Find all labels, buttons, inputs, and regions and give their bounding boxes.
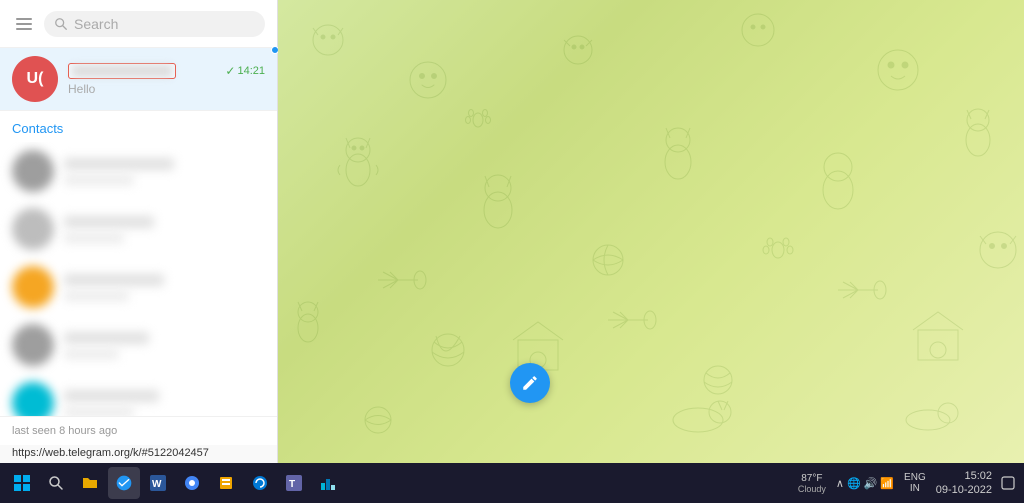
doodle-layer <box>278 0 1024 463</box>
chat-name-blurred <box>72 65 172 77</box>
avatar <box>12 150 54 192</box>
last-seen-text: last seen 8 hours ago <box>12 425 117 437</box>
taskbar-chrome-button[interactable] <box>176 467 208 499</box>
sidebar: Search U( ✓ 14:21 Hello <box>0 0 278 463</box>
taskbar-files-button[interactable] <box>210 467 242 499</box>
word-icon: W <box>150 475 166 491</box>
contact-name <box>64 390 159 402</box>
contact-name <box>64 158 174 170</box>
contact-sub <box>64 175 134 185</box>
language-indicator[interactable]: ENG IN <box>904 472 926 494</box>
check-icon: ✓ <box>225 64 235 78</box>
url-text: https://web.telegram.org/k/#5122042457 <box>12 447 209 459</box>
contact-list[interactable] <box>0 142 277 416</box>
chat-name-highlight <box>68 63 176 79</box>
taskbar-teams-button[interactable]: T <box>278 467 310 499</box>
chat-info: ✓ 14:21 Hello <box>68 63 265 96</box>
language-text: ENG <box>904 472 926 483</box>
notification-center-button[interactable] <box>998 473 1018 493</box>
chat-preview: Hello <box>68 82 265 96</box>
contact-info <box>64 332 265 359</box>
svg-text:T: T <box>289 479 295 490</box>
taskbar-stats-button[interactable] <box>312 467 344 499</box>
taskbar-telegram-button[interactable] <box>108 467 140 499</box>
notification-icon <box>1001 476 1015 490</box>
telegram-icon <box>116 475 132 491</box>
clock-widget[interactable]: 15:02 09-10-2022 <box>936 469 992 498</box>
compose-fab-button[interactable] <box>510 363 550 403</box>
tray-icons: ∧ 🌐 🔊 📶 <box>836 477 894 490</box>
start-button[interactable] <box>6 467 38 499</box>
volume-icon[interactable]: 🔊 <box>864 477 878 490</box>
list-item[interactable] <box>0 142 277 200</box>
avatar <box>12 266 54 308</box>
system-tray: 87°F Cloudy ∧ 🌐 🔊 📶 ENG IN 15:02 09-10-2… <box>798 469 1018 498</box>
contact-info <box>64 216 265 243</box>
taskbar-word-button[interactable]: W <box>142 467 174 499</box>
search-placeholder: Search <box>74 16 118 32</box>
contact-name <box>64 216 154 228</box>
url-bar: https://web.telegram.org/k/#5122042457 <box>0 445 277 463</box>
chevron-up-icon[interactable]: ∧ <box>836 477 844 490</box>
weather-widget[interactable]: 87°F Cloudy <box>798 473 826 494</box>
contact-info <box>64 274 265 301</box>
folder-icon <box>82 475 98 491</box>
sidebar-header: Search <box>0 0 277 48</box>
time-display: 15:02 <box>964 469 992 483</box>
contact-info <box>64 158 265 185</box>
taskbar-edge-button[interactable] <box>244 467 276 499</box>
wifi-icon[interactable]: 📶 <box>880 477 894 490</box>
list-item[interactable] <box>0 200 277 258</box>
taskbar: W T <box>0 463 1024 503</box>
avatar: U( <box>12 56 58 102</box>
avatar <box>12 324 54 366</box>
stats-icon <box>320 475 336 491</box>
svg-text:W: W <box>152 479 162 490</box>
contact-name <box>64 332 149 344</box>
taskbar-search-button[interactable] <box>40 467 72 499</box>
search-bar[interactable]: Search <box>44 11 265 37</box>
list-item[interactable] <box>0 374 277 416</box>
contact-name <box>64 274 164 286</box>
windows-logo-icon <box>14 475 30 491</box>
last-seen-footer: last seen 8 hours ago <box>0 416 277 445</box>
chat-area <box>278 0 1024 463</box>
avatar-initials: U( <box>27 70 44 88</box>
taskbar-file-explorer-button[interactable] <box>74 467 106 499</box>
chat-time: ✓ 14:21 <box>225 64 265 78</box>
contact-sub <box>64 233 124 243</box>
active-chat-item[interactable]: U( ✓ 14:21 Hello <box>0 48 277 111</box>
time-value: 14:21 <box>237 65 265 77</box>
chat-background <box>278 0 1024 463</box>
temperature-text: 87°F <box>801 473 822 484</box>
pencil-icon <box>521 374 539 392</box>
contact-sub <box>64 349 119 359</box>
contact-sub <box>64 291 129 301</box>
chat-name-row: ✓ 14:21 <box>68 63 265 79</box>
edge-icon <box>252 475 268 491</box>
hamburger-button[interactable] <box>12 14 36 34</box>
app-container: Search U( ✓ 14:21 Hello <box>0 0 1024 463</box>
date-display: 09-10-2022 <box>936 483 992 497</box>
contact-sub <box>64 407 134 417</box>
language-region: IN <box>910 483 920 494</box>
network-icon[interactable]: 🌐 <box>847 477 861 490</box>
teams-icon: T <box>286 475 302 491</box>
list-item[interactable] <box>0 258 277 316</box>
avatar <box>12 208 54 250</box>
chrome-icon <box>184 475 200 491</box>
weather-condition: Cloudy <box>798 484 826 494</box>
search-icon <box>48 475 64 491</box>
taskbar-icons: W T <box>40 467 796 499</box>
search-icon <box>54 17 68 31</box>
contact-info <box>64 390 265 417</box>
list-item[interactable] <box>0 316 277 374</box>
contacts-header: Contacts <box>0 111 277 142</box>
avatar <box>12 382 54 416</box>
files-icon <box>218 475 234 491</box>
contacts-label: Contacts <box>12 121 63 136</box>
